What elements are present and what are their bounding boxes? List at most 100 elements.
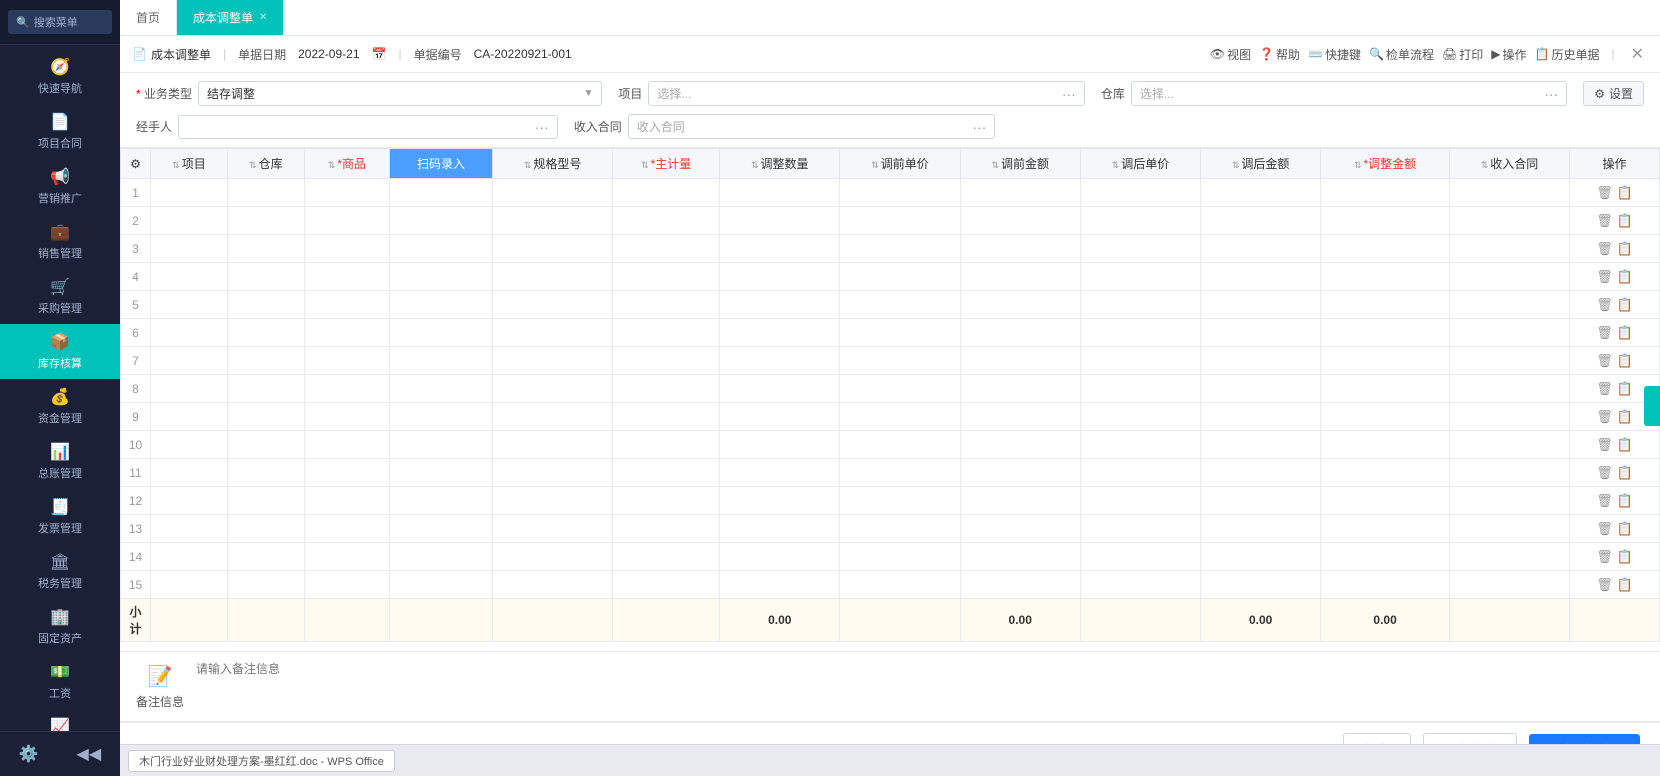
cell-adjust_qty-row6[interactable] <box>720 319 840 347</box>
sidebar-item-project-contract[interactable]: 📄项目合同 <box>0 104 120 159</box>
cell-unit-row6[interactable] <box>613 319 720 347</box>
cell-income_contract-row9[interactable] <box>1449 403 1569 431</box>
cell-after_amount-row14[interactable] <box>1201 543 1321 571</box>
copy-btn-row11[interactable]: 📋 <box>1617 465 1633 481</box>
cell-before_amount-row8[interactable] <box>960 375 1080 403</box>
cell-product-row6[interactable] <box>304 319 389 347</box>
cell-before_amount-row2[interactable] <box>960 207 1080 235</box>
notes-input[interactable] <box>196 660 1644 700</box>
cell-before_amount-row4[interactable] <box>960 263 1080 291</box>
copy-btn-row7[interactable]: 📋 <box>1617 353 1633 369</box>
cell-product-row4[interactable] <box>304 263 389 291</box>
cell-income_contract-row2[interactable] <box>1449 207 1569 235</box>
cell-product-row11[interactable] <box>304 459 389 487</box>
cell-adjust_amount-row11[interactable] <box>1321 459 1450 487</box>
cell-warehouse-row9[interactable] <box>227 403 304 431</box>
sidebar-item-sales-promo[interactable]: 📢营销推广 <box>0 159 120 214</box>
cell-unit-row4[interactable] <box>613 263 720 291</box>
cell-product-row14[interactable] <box>304 543 389 571</box>
cell-project-row8[interactable] <box>151 375 228 403</box>
delete-btn-row5[interactable]: 🗑 <box>1596 297 1613 313</box>
delete-btn-row9[interactable]: 🗑 <box>1596 409 1613 425</box>
cell-unit-row13[interactable] <box>613 515 720 543</box>
cell-after_price-row8[interactable] <box>1080 375 1200 403</box>
income-contract-value[interactable]: 收入合同 ··· <box>628 114 996 139</box>
cell-after_price-row10[interactable] <box>1080 431 1200 459</box>
cell-project-row13[interactable] <box>151 515 228 543</box>
cell-spec-row4[interactable] <box>493 263 613 291</box>
cell-scan-row13[interactable] <box>390 515 493 543</box>
cell-before_price-row5[interactable] <box>840 291 960 319</box>
cell-adjust_qty-row4[interactable] <box>720 263 840 291</box>
cell-before_amount-row13[interactable] <box>960 515 1080 543</box>
cell-product-row1[interactable] <box>304 179 389 207</box>
cell-income_contract-row13[interactable] <box>1449 515 1569 543</box>
cell-before_price-row9[interactable] <box>840 403 960 431</box>
cell-after_amount-row12[interactable] <box>1201 487 1321 515</box>
cell-before_price-row7[interactable] <box>840 347 960 375</box>
cell-adjust_amount-row15[interactable] <box>1321 571 1450 599</box>
tab-cost-adjust[interactable]: 成本调整单✕ <box>177 0 284 35</box>
cell-income_contract-row14[interactable] <box>1449 543 1569 571</box>
cell-project-row14[interactable] <box>151 543 228 571</box>
sort-icon-adjust_amount[interactable]: ⇅ <box>1354 160 1362 170</box>
sidebar-item-inventory[interactable]: 📦库存核算 <box>0 324 120 379</box>
cell-scan-row15[interactable] <box>390 571 493 599</box>
cell-unit-row2[interactable] <box>613 207 720 235</box>
cell-unit-row10[interactable] <box>613 431 720 459</box>
tab-close-cost-adjust[interactable]: ✕ <box>259 12 267 23</box>
cell-income_contract-row3[interactable] <box>1449 235 1569 263</box>
copy-btn-row3[interactable]: 📋 <box>1617 241 1633 257</box>
cell-income_contract-row4[interactable] <box>1449 263 1569 291</box>
cell-spec-row13[interactable] <box>493 515 613 543</box>
cell-product-row8[interactable] <box>304 375 389 403</box>
cell-spec-row3[interactable] <box>493 235 613 263</box>
cell-scan-row11[interactable] <box>390 459 493 487</box>
cell-after_price-row6[interactable] <box>1080 319 1200 347</box>
sort-icon-after_amount[interactable]: ⇅ <box>1232 160 1240 170</box>
cell-warehouse-row14[interactable] <box>227 543 304 571</box>
cell-adjust_qty-row13[interactable] <box>720 515 840 543</box>
sidebar-item-fixed-assets[interactable]: 🏢固定资产 <box>0 599 120 654</box>
handler-value[interactable]: ··· <box>178 115 558 139</box>
copy-btn-row13[interactable]: 📋 <box>1617 521 1633 537</box>
cell-product-row7[interactable] <box>304 347 389 375</box>
cell-income_contract-row7[interactable] <box>1449 347 1569 375</box>
cell-before_amount-row11[interactable] <box>960 459 1080 487</box>
project-more-icon[interactable]: ··· <box>1062 86 1076 102</box>
cell-before_price-row14[interactable] <box>840 543 960 571</box>
cell-project-row5[interactable] <box>151 291 228 319</box>
cell-before_price-row15[interactable] <box>840 571 960 599</box>
cell-product-row5[interactable] <box>304 291 389 319</box>
cell-income_contract-row5[interactable] <box>1449 291 1569 319</box>
cell-adjust_amount-row6[interactable] <box>1321 319 1450 347</box>
sidebar-collapse-button[interactable]: ◀◀ <box>73 740 106 768</box>
cell-project-row15[interactable] <box>151 571 228 599</box>
delete-btn-row13[interactable]: 🗑 <box>1596 521 1613 537</box>
delete-btn-row15[interactable]: 🗑 <box>1596 577 1613 593</box>
delete-btn-row11[interactable]: 🗑 <box>1596 465 1613 481</box>
copy-btn-row8[interactable]: 📋 <box>1617 381 1633 397</box>
cell-before_price-row10[interactable] <box>840 431 960 459</box>
cell-income_contract-row1[interactable] <box>1449 179 1569 207</box>
cell-spec-row7[interactable] <box>493 347 613 375</box>
toolbar-action-print[interactable]: 🖨打印 <box>1442 46 1483 63</box>
sort-icon-after_price[interactable]: ⇅ <box>1112 160 1120 170</box>
cell-unit-row7[interactable] <box>613 347 720 375</box>
taskbar-item[interactable]: 木门行业好业财处理方案-墨红红.doc - WPS Office <box>128 750 395 772</box>
cell-before_amount-row7[interactable] <box>960 347 1080 375</box>
tab-home[interactable]: 首页 <box>120 0 177 35</box>
cell-adjust_qty-row11[interactable] <box>720 459 840 487</box>
cell-unit-row11[interactable] <box>613 459 720 487</box>
cell-adjust_amount-row9[interactable] <box>1321 403 1450 431</box>
search-menu-button[interactable]: 🔍 搜索菜单 <box>8 10 112 34</box>
cell-unit-row14[interactable] <box>613 543 720 571</box>
delete-btn-row4[interactable]: 🗑 <box>1596 269 1613 285</box>
cell-adjust_qty-row8[interactable] <box>720 375 840 403</box>
cell-warehouse-row6[interactable] <box>227 319 304 347</box>
delete-btn-row1[interactable]: 🗑 <box>1596 185 1613 201</box>
cell-adjust_qty-row15[interactable] <box>720 571 840 599</box>
cell-after_amount-row7[interactable] <box>1201 347 1321 375</box>
cell-adjust_qty-row5[interactable] <box>720 291 840 319</box>
cell-after_price-row5[interactable] <box>1080 291 1200 319</box>
